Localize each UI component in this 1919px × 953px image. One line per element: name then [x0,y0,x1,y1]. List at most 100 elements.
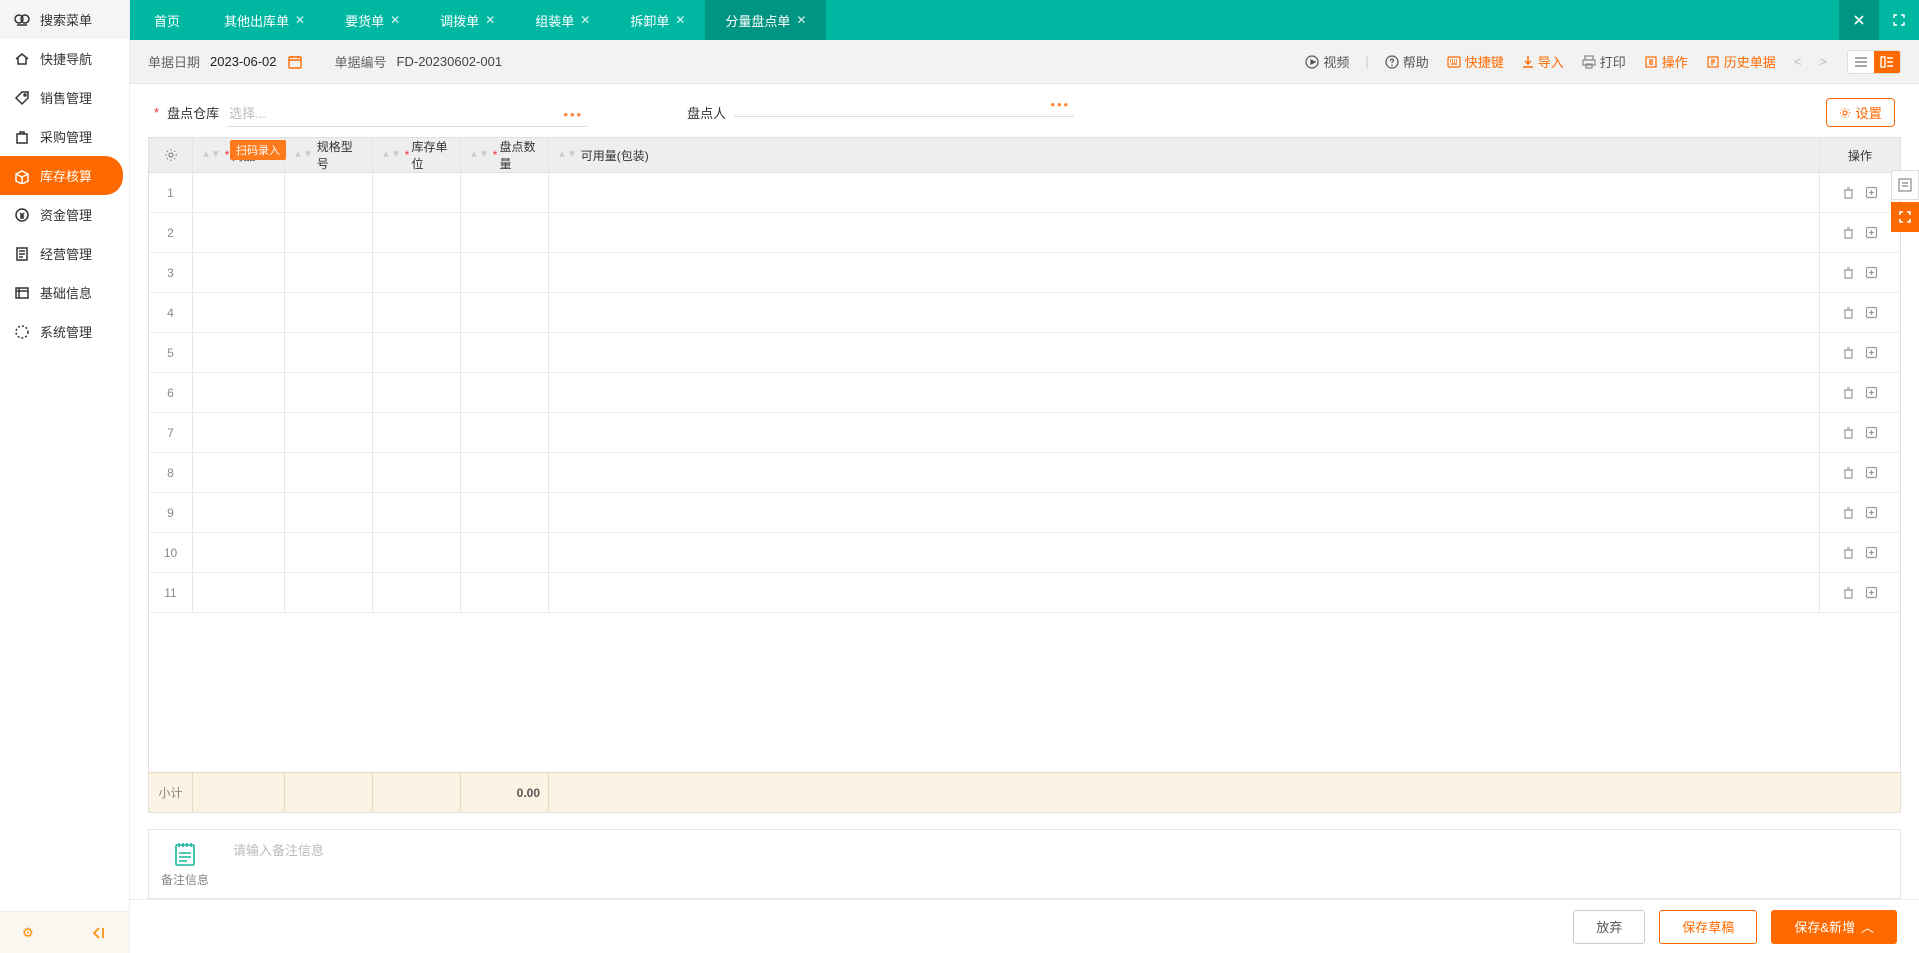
save-new-button[interactable]: 保存&新增︿ [1771,910,1897,944]
table-row[interactable]: 9 [149,493,1900,533]
table-row[interactable]: 8 [149,453,1900,493]
cell-qty[interactable] [461,253,549,292]
cell-spec[interactable] [285,453,373,492]
warehouse-lookup-icon[interactable]: ••• [563,107,583,122]
cell-spec[interactable] [285,573,373,612]
tab-close-icon[interactable]: ✕ [580,13,590,27]
tab-0[interactable]: 首页 [130,0,204,40]
row-add-icon[interactable] [1865,226,1878,239]
tab-close-icon[interactable]: ✕ [485,13,495,27]
cell-unit[interactable] [373,413,461,452]
sidebar-item-6[interactable]: 经营管理 [0,234,129,273]
history-next-icon[interactable]: > [1815,54,1831,69]
table-row[interactable]: 7 [149,413,1900,453]
cell-qty[interactable] [461,573,549,612]
cell-sku[interactable] [193,373,285,412]
action-history[interactable]: 历史单据 [1702,52,1780,71]
doc-date-value[interactable]: 2023-06-02 [210,54,277,69]
col-gear[interactable] [149,138,193,172]
cell-sku[interactable] [193,213,285,252]
cell-sku[interactable] [193,453,285,492]
col-spec[interactable]: ▲▼规格型号 [285,138,373,172]
settings-gear-icon[interactable]: ⚙ [22,925,34,941]
col-sku[interactable]: ▲▼*商品扫码录入 [193,138,285,172]
tab-4[interactable]: 组装单✕ [515,0,610,40]
floating-expand-icon[interactable] [1891,202,1919,232]
cell-spec[interactable] [285,213,373,252]
tab-1[interactable]: 其他出库单✕ [204,0,325,40]
tab-3[interactable]: 调拨单✕ [420,0,515,40]
tab-close-icon[interactable]: ✕ [675,13,685,27]
tab-close-all-icon[interactable] [1839,0,1879,40]
row-delete-icon[interactable] [1842,226,1855,239]
cell-unit[interactable] [373,493,461,532]
cell-avail[interactable] [549,493,1820,532]
row-add-icon[interactable] [1865,186,1878,199]
cell-sku[interactable] [193,533,285,572]
row-add-icon[interactable] [1865,546,1878,559]
cell-qty[interactable] [461,533,549,572]
cell-spec[interactable] [285,493,373,532]
cell-sku[interactable] [193,573,285,612]
cell-sku[interactable] [193,493,285,532]
cell-avail[interactable] [549,253,1820,292]
settings-button[interactable]: 设置 [1826,98,1895,127]
cell-qty[interactable] [461,453,549,492]
row-delete-icon[interactable] [1842,346,1855,359]
cell-sku[interactable] [193,413,285,452]
checker-lookup-icon[interactable]: ••• [1050,97,1070,112]
cell-sku[interactable] [193,253,285,292]
cell-avail[interactable] [549,333,1820,372]
col-qty[interactable]: ▲▼*盘点数量 [461,138,549,172]
row-add-icon[interactable] [1865,266,1878,279]
row-add-icon[interactable] [1865,426,1878,439]
cell-sku[interactable] [193,293,285,332]
sidebar-item-7[interactable]: 基础信息 [0,273,129,312]
cell-avail[interactable] [549,173,1820,212]
fullscreen-icon[interactable] [1879,0,1919,40]
history-prev-icon[interactable]: < [1790,54,1806,69]
cell-qty[interactable] [461,293,549,332]
cell-qty[interactable] [461,213,549,252]
row-delete-icon[interactable] [1842,426,1855,439]
table-row[interactable]: 3 [149,253,1900,293]
tab-close-icon[interactable]: ✕ [295,13,305,27]
sidebar-item-4[interactable]: 库存核算 [0,156,123,195]
tab-close-icon[interactable]: ✕ [796,13,806,27]
action-import[interactable]: 导入 [1518,52,1568,71]
cell-avail[interactable] [549,213,1820,252]
sidebar-collapse-icon[interactable] [91,926,107,940]
cell-unit[interactable] [373,333,461,372]
action-help[interactable]: 帮助 [1381,52,1433,71]
tab-5[interactable]: 拆卸单✕ [610,0,705,40]
table-row[interactable]: 10 [149,533,1900,573]
action-operate[interactable]: 操作 [1640,52,1692,71]
row-delete-icon[interactable] [1842,546,1855,559]
table-row[interactable]: 1 [149,173,1900,213]
cell-spec[interactable] [285,253,373,292]
cell-qty[interactable] [461,373,549,412]
cell-avail[interactable] [549,373,1820,412]
view-mode-list-icon[interactable] [1848,51,1874,73]
row-add-icon[interactable] [1865,586,1878,599]
save-draft-button[interactable]: 保存草稿 [1659,910,1757,944]
cell-sku[interactable] [193,333,285,372]
calendar-icon[interactable] [287,54,303,70]
cell-unit[interactable] [373,173,461,212]
view-mode-card-icon[interactable] [1874,51,1900,73]
cell-unit[interactable] [373,373,461,412]
cell-unit[interactable] [373,213,461,252]
sidebar-item-3[interactable]: 采购管理 [0,117,129,156]
cell-unit[interactable] [373,293,461,332]
col-unit[interactable]: ▲▼*库存单位 [373,138,461,172]
tab-close-icon[interactable]: ✕ [390,13,400,27]
row-delete-icon[interactable] [1842,466,1855,479]
cell-spec[interactable] [285,533,373,572]
row-delete-icon[interactable] [1842,386,1855,399]
action-shortcut[interactable]: 快捷键 [1443,52,1508,71]
cell-unit[interactable] [373,573,461,612]
sidebar-item-5[interactable]: 资金管理 [0,195,129,234]
sidebar-item-8[interactable]: 系统管理 [0,312,129,351]
table-row[interactable]: 6 [149,373,1900,413]
row-add-icon[interactable] [1865,306,1878,319]
